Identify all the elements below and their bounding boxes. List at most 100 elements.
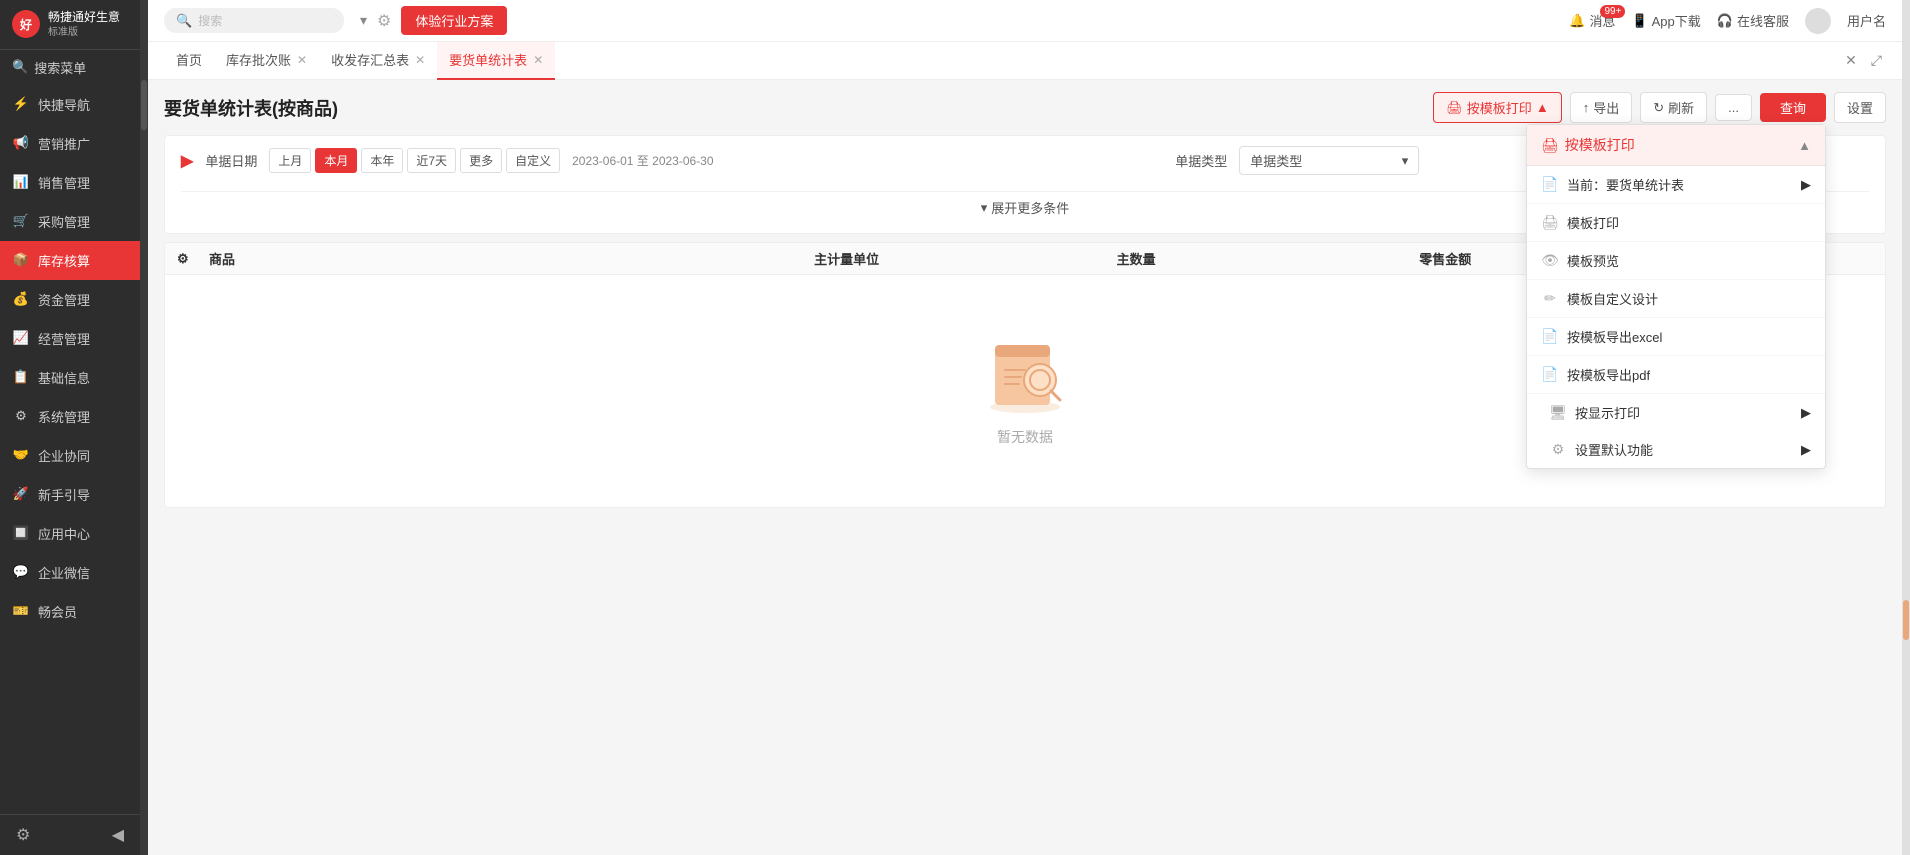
- dropdown-collapse-icon[interactable]: ▲: [1798, 138, 1811, 153]
- query-button[interactable]: 查询: [1760, 93, 1826, 122]
- sidebar-item-finance[interactable]: 💰 资金管理: [0, 280, 140, 319]
- empty-text: 暂无数据: [997, 427, 1053, 447]
- main-area: 🔍 搜索 ▾ ⚙ 体验行业方案 🔔 消息 99+ 📱 App下载 🎧 在线客服 …: [148, 0, 1902, 855]
- headset-icon: 🎧: [1717, 13, 1733, 29]
- set-default-arrow-icon: ▶: [1801, 442, 1811, 458]
- display-print-arrow-icon: ▶: [1801, 405, 1811, 421]
- dropdown-template-preview[interactable]: 👁 模板预览: [1527, 242, 1825, 280]
- sidebar-item-system[interactable]: ⚙ 系统管理: [0, 397, 140, 436]
- settings-footer-icon[interactable]: ⚙: [16, 825, 30, 845]
- inventory-icon: 📦: [12, 251, 30, 269]
- sidebar-item-marketing[interactable]: 📢 营销推广: [0, 124, 140, 163]
- empty-svg: [975, 335, 1075, 415]
- current-template-icon: 📄: [1541, 176, 1559, 193]
- tab-order-stats[interactable]: 要货单统计表 ✕: [437, 42, 555, 80]
- chevron-up-icon: ▲: [1536, 100, 1549, 115]
- tab-inventory-batch[interactable]: 库存批次账 ✕: [214, 42, 319, 80]
- template-pdf-icon: 📄: [1541, 366, 1559, 383]
- sidebar-item-inventory[interactable]: 📦 库存核算: [0, 241, 140, 280]
- dropdown-current-template[interactable]: 📄 当前：要货单统计表 ▶: [1527, 166, 1825, 204]
- th-unit: 主计量单位: [814, 249, 1117, 268]
- expand-icon: ▾: [981, 200, 988, 216]
- export-button[interactable]: ↑ 导出: [1570, 92, 1633, 123]
- logo-text: 畅捷通好生意 标准版: [48, 10, 120, 39]
- messages-button[interactable]: 🔔 消息 99+: [1569, 11, 1615, 30]
- tab-receipt-summary[interactable]: 收发存汇总表 ✕: [319, 42, 437, 80]
- select-arrow-icon: ▾: [1402, 153, 1409, 169]
- close-window-btn[interactable]: ✕: [1841, 50, 1861, 71]
- search-menu-item[interactable]: 🔍 搜索菜单: [0, 50, 140, 85]
- online-support-button[interactable]: 🎧 在线客服: [1717, 11, 1789, 30]
- operation-icon: 📈: [12, 329, 30, 347]
- trial-button[interactable]: 体验行业方案: [401, 6, 507, 35]
- topbar-gear-icon[interactable]: ⚙: [377, 11, 391, 31]
- th-qty: 主数量: [1117, 249, 1420, 268]
- dropdown-header: 🖨 按模板打印 ▲: [1527, 125, 1825, 166]
- sidebar-item-wechat[interactable]: 💬 企业微信: [0, 553, 140, 592]
- sidebar-item-guide[interactable]: 🚀 新手引导: [0, 475, 140, 514]
- date-btn-more[interactable]: 更多: [460, 148, 502, 173]
- refresh-icon: ↻: [1653, 100, 1664, 116]
- page-scrollbar-thumb: [1903, 600, 1909, 640]
- dropdown-template-custom[interactable]: ✏ 模板自定义设计: [1527, 280, 1825, 318]
- template-excel-icon: 📄: [1541, 328, 1559, 345]
- print-template-button[interactable]: 🖨 按模板打印 ▲: [1433, 92, 1561, 123]
- page-content: 要货单统计表(按商品) 🖨 按模板打印 ▲ ↑ 导出 ↻ 刷新: [148, 80, 1902, 855]
- tabs-right: ✕ ⤢: [1841, 50, 1886, 71]
- username-label: 用户名: [1847, 11, 1886, 30]
- dropdown-template-excel[interactable]: 📄 按模板导出excel: [1527, 318, 1825, 356]
- sidebar-item-purchase[interactable]: 🛒 采购管理: [0, 202, 140, 241]
- topbar-search[interactable]: 🔍 搜索: [164, 8, 344, 33]
- sidebar-item-collab[interactable]: 🤝 企业协同: [0, 436, 140, 475]
- more-button[interactable]: ...: [1715, 94, 1752, 121]
- tabs-bar: 首页 库存批次账 ✕ 收发存汇总表 ✕ 要货单统计表 ✕ ✕ ⤢: [148, 42, 1902, 80]
- tab-close-inventory-batch[interactable]: ✕: [297, 53, 307, 67]
- date-btn-custom[interactable]: 自定义: [506, 148, 560, 173]
- expand-window-btn[interactable]: ⤢: [1867, 50, 1886, 71]
- member-icon: 🎫: [12, 602, 30, 620]
- refresh-button[interactable]: ↻ 刷新: [1640, 92, 1707, 123]
- template-print-icon: 🖨: [1541, 214, 1559, 231]
- order-type-select[interactable]: 单据类型 ▾: [1239, 146, 1419, 175]
- tab-home[interactable]: 首页: [164, 42, 214, 80]
- page-scrollbar[interactable]: [1902, 0, 1910, 855]
- sidebar-scrollbar[interactable]: [140, 0, 148, 855]
- topbar-dropdown-icon[interactable]: ▾: [360, 12, 367, 29]
- date-btn-this-year[interactable]: 本年: [361, 148, 403, 173]
- dropdown-template-print[interactable]: 🖨 模板打印: [1527, 204, 1825, 242]
- date-group: 上月 本月 本年 近7天 更多 自定义: [269, 148, 560, 173]
- sidebar-item-sales[interactable]: 📊 销售管理: [0, 163, 140, 202]
- date-btn-this-month[interactable]: 本月: [315, 148, 357, 173]
- filter-collapse-icon[interactable]: ▶: [181, 151, 193, 171]
- dropdown-set-default[interactable]: ⚙ 设置默认功能 ▶: [1527, 431, 1825, 468]
- tab-close-order-stats[interactable]: ✕: [533, 53, 543, 67]
- tab-close-receipt-summary[interactable]: ✕: [415, 53, 425, 67]
- page-header: 要货单统计表(按商品) 🖨 按模板打印 ▲ ↑ 导出 ↻ 刷新: [164, 92, 1886, 123]
- sidebar: 好 畅捷通好生意 标准版 🔍 搜索菜单 ⚡ 快捷导航 📢 营销推广 📊 销售管理…: [0, 0, 140, 855]
- sidebar-item-operation[interactable]: 📈 经营管理: [0, 319, 140, 358]
- sidebar-scroll-thumb: [141, 80, 147, 130]
- date-range-label: 2023-06-01 至 2023-06-30: [572, 152, 713, 169]
- sales-icon: 📊: [12, 173, 30, 191]
- system-icon: ⚙: [12, 407, 30, 425]
- collapse-icon[interactable]: ◀: [112, 825, 124, 845]
- printer-dropdown-icon: 🖨: [1541, 137, 1559, 154]
- purchase-icon: 🛒: [12, 212, 30, 230]
- date-btn-last-month[interactable]: 上月: [269, 148, 311, 173]
- guide-icon: 🚀: [12, 485, 30, 503]
- sidebar-item-quick-nav[interactable]: ⚡ 快捷导航: [0, 85, 140, 124]
- gear-col-icon[interactable]: ⚙: [177, 251, 189, 266]
- app-download-button[interactable]: 📱 App下载: [1631, 11, 1700, 30]
- dropdown-template-pdf[interactable]: 📄 按模板导出pdf: [1527, 356, 1825, 394]
- dropdown-display-print[interactable]: 🖥 按显示打印 ▶: [1527, 394, 1825, 431]
- display-print-icon: 🖥: [1549, 404, 1567, 421]
- date-btn-7days[interactable]: 近7天: [407, 148, 456, 173]
- user-avatar[interactable]: [1805, 8, 1831, 34]
- marketing-icon: 📢: [12, 134, 30, 152]
- sidebar-item-member[interactable]: 🎫 畅会员: [0, 592, 140, 631]
- page-title: 要货单统计表(按商品): [164, 95, 338, 121]
- sidebar-item-apps[interactable]: 🔲 应用中心: [0, 514, 140, 553]
- settings-button[interactable]: 设置: [1834, 92, 1886, 123]
- sidebar-item-basic[interactable]: 📋 基础信息: [0, 358, 140, 397]
- current-template-arrow-icon: ▶: [1801, 177, 1811, 193]
